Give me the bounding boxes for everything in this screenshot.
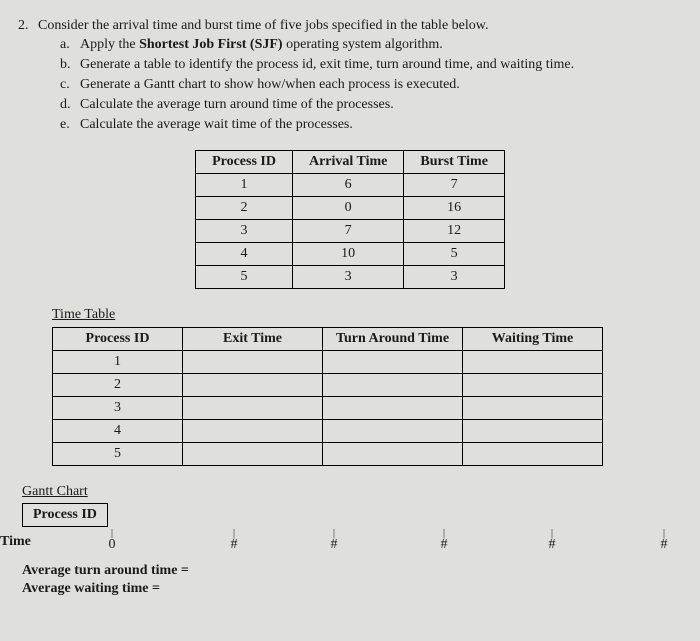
cell: 5 — [404, 243, 505, 266]
tick-label: # — [330, 537, 338, 553]
gantt-row: Process ID — [22, 503, 700, 527]
cell — [323, 351, 463, 374]
cell: 1 — [196, 174, 293, 197]
sub-letter: b. — [60, 56, 80, 75]
sub-text: Generate a Gantt chart to show how/when … — [80, 76, 682, 95]
sub-item-e: e. Calculate the average wait time of th… — [60, 116, 682, 135]
cell — [183, 443, 323, 466]
cell: 7 — [292, 220, 403, 243]
sub-letter: c. — [60, 76, 80, 95]
sub-text: Calculate the average wait time of the p… — [80, 116, 682, 135]
cell: 6 — [292, 174, 403, 197]
table-row: 533 — [196, 266, 505, 289]
question-text: Consider the arrival time and burst time… — [38, 18, 682, 34]
cell — [323, 397, 463, 420]
table-header-row: Process ID Arrival Time Burst Time — [196, 151, 505, 174]
tick-label: # — [440, 537, 448, 553]
sub-letter: a. — [60, 36, 80, 55]
cell: 2 — [53, 374, 183, 397]
cell — [463, 351, 603, 374]
cell: 4 — [53, 420, 183, 443]
question-number: 2. — [18, 18, 29, 34]
sub-text: Calculate the average turn around time o… — [80, 96, 682, 115]
header-tat: Turn Around Time — [323, 328, 463, 351]
header-pid: Process ID — [53, 328, 183, 351]
sub-item-b: b. Generate a table to identify the proc… — [60, 56, 682, 75]
cell — [183, 374, 323, 397]
sub-question-list: a. Apply the Shortest Job First (SJF) op… — [60, 36, 682, 134]
cell — [323, 443, 463, 466]
sub-item-c: c. Generate a Gantt chart to show how/wh… — [60, 76, 682, 95]
header-wait: Waiting Time — [463, 328, 603, 351]
cell — [463, 443, 603, 466]
cell: 5 — [196, 266, 293, 289]
cell: 4 — [196, 243, 293, 266]
average-tat-label: Average turn around time = — [22, 563, 700, 579]
cell — [183, 351, 323, 374]
sub-letter: e. — [60, 116, 80, 135]
tick-label: # — [548, 537, 556, 553]
cell — [183, 397, 323, 420]
cell — [463, 397, 603, 420]
cell: 3 — [292, 266, 403, 289]
cell: 3 — [196, 220, 293, 243]
tick-label: # — [660, 537, 668, 553]
cell — [323, 420, 463, 443]
table-row: 4105 — [196, 243, 505, 266]
sub-text: Generate a table to identify the process… — [80, 56, 682, 75]
process-data-table: Process ID Arrival Time Burst Time 167 2… — [195, 150, 505, 289]
table-row: 5 — [53, 443, 603, 466]
tick-label: 0 — [108, 537, 116, 553]
header-exit: Exit Time — [183, 328, 323, 351]
cell: 0 — [292, 197, 403, 220]
table-header-row: Process ID Exit Time Turn Around Time Wa… — [53, 328, 603, 351]
header-burst: Burst Time — [404, 151, 505, 174]
cell: 3 — [404, 266, 505, 289]
table-row: 4 — [53, 420, 603, 443]
gantt-title: Gantt Chart — [22, 484, 700, 500]
header-pid: Process ID — [196, 151, 293, 174]
table-row: 167 — [196, 174, 505, 197]
table-row: 1 — [53, 351, 603, 374]
gantt-process-id-label: Process ID — [22, 503, 108, 527]
cell — [463, 374, 603, 397]
table-row: 3712 — [196, 220, 505, 243]
time-table-title: Time Table — [52, 307, 700, 323]
tick-label: # — [230, 537, 238, 553]
sub-item-d: d. Calculate the average turn around tim… — [60, 96, 682, 115]
table-row: 3 — [53, 397, 603, 420]
cell — [323, 374, 463, 397]
table-row: 2016 — [196, 197, 505, 220]
cell — [183, 420, 323, 443]
gantt-time-label: Time — [0, 534, 31, 550]
header-arrival: Arrival Time — [292, 151, 403, 174]
time-table: Process ID Exit Time Turn Around Time Wa… — [52, 327, 603, 466]
cell: 2 — [196, 197, 293, 220]
sub-letter: d. — [60, 96, 80, 115]
sub-text: Apply the Shortest Job First (SJF) opera… — [80, 36, 682, 55]
cell — [463, 420, 603, 443]
cell: 1 — [53, 351, 183, 374]
cell: 5 — [53, 443, 183, 466]
cell: 10 — [292, 243, 403, 266]
sub-item-a: a. Apply the Shortest Job First (SJF) op… — [60, 36, 682, 55]
cell: 16 — [404, 197, 505, 220]
table-row: 2 — [53, 374, 603, 397]
average-wait-label: Average waiting time = — [22, 581, 700, 597]
cell: 7 — [404, 174, 505, 197]
gantt-timeline: Time |0 |# |# |# |# |# — [0, 531, 700, 553]
cell: 12 — [404, 220, 505, 243]
cell: 3 — [53, 397, 183, 420]
